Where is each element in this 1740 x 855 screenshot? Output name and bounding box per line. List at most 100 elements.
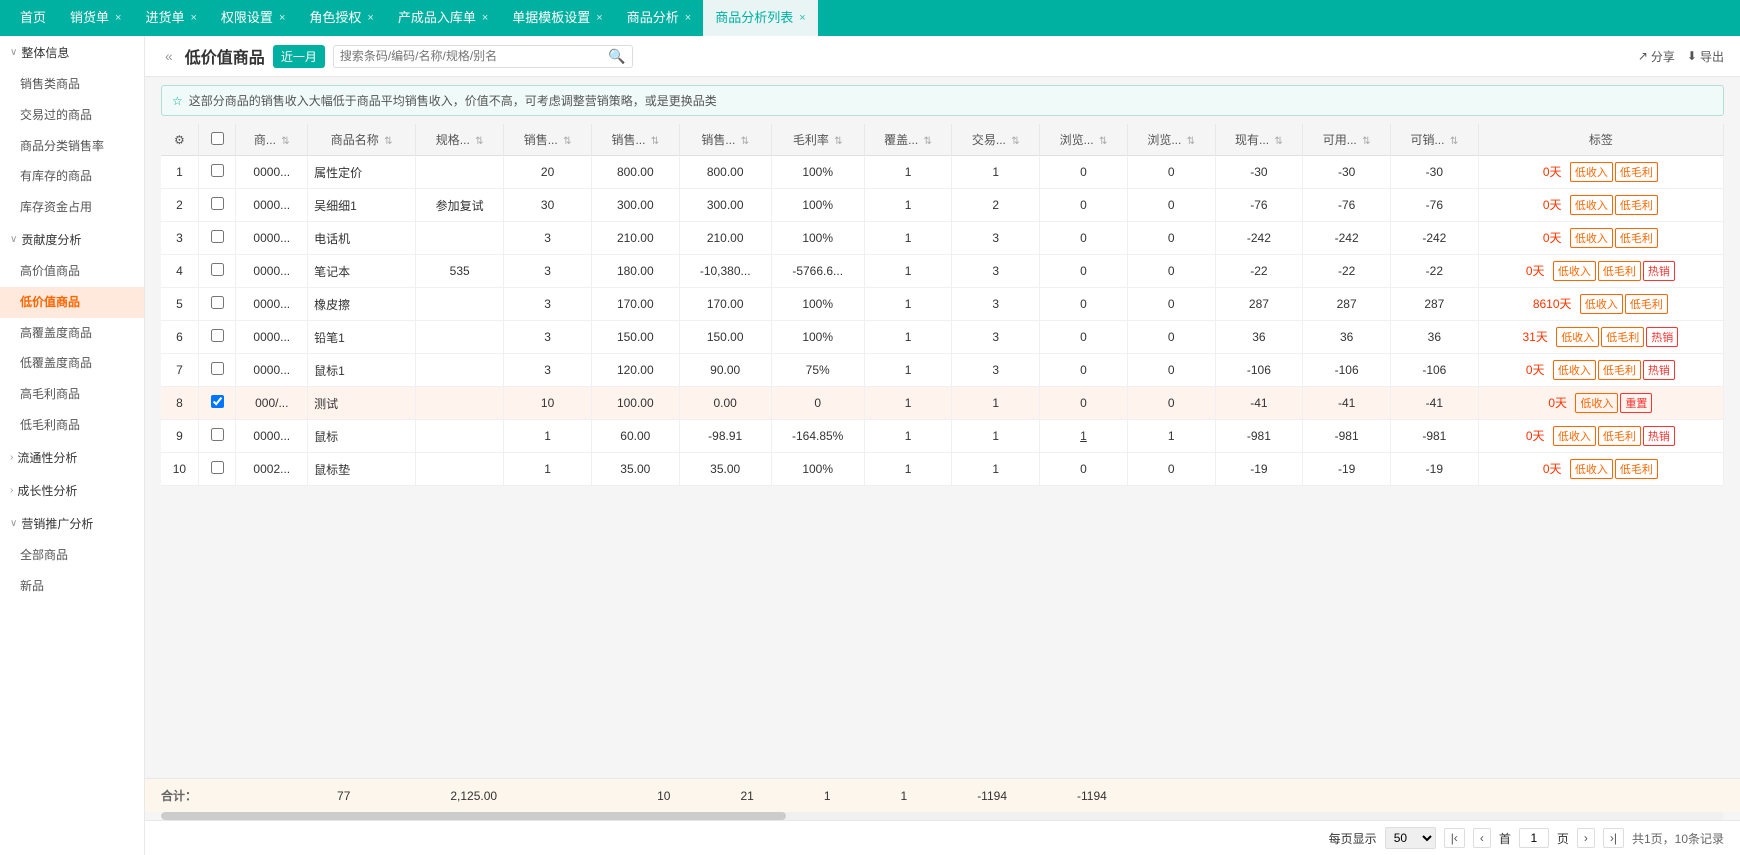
row-checkbox[interactable] xyxy=(211,461,224,474)
row-checkbox[interactable] xyxy=(211,197,224,210)
nav-template-settings[interactable]: 单据模板设置 × xyxy=(500,0,614,36)
cell-browse1[interactable]: 0 xyxy=(1040,189,1128,222)
days-label: 31天 xyxy=(1523,330,1548,344)
next-page-button[interactable]: › xyxy=(1577,828,1595,848)
table-row[interactable]: 3 0000... 电话机 3 210.00 210.00 100% 1 3 0… xyxy=(161,222,1724,255)
tag-label: 低毛利 xyxy=(1625,294,1668,314)
cell-browse1[interactable]: 0 xyxy=(1040,387,1128,420)
close-icon[interactable]: × xyxy=(279,0,285,36)
close-icon[interactable]: × xyxy=(190,0,196,36)
table-row[interactable]: 6 0000... 铅笔1 3 150.00 150.00 100% 1 3 0… xyxy=(161,321,1724,354)
table-row[interactable]: 1 0000... 属性定价 20 800.00 800.00 100% 1 1… xyxy=(161,156,1724,189)
tag-label: 低毛利 xyxy=(1598,261,1641,281)
search-input[interactable] xyxy=(340,49,609,63)
nav-product-warehousing[interactable]: 产成品入库单 × xyxy=(386,0,500,36)
close-icon[interactable]: × xyxy=(367,0,373,36)
cell-no: 2 xyxy=(161,189,198,222)
table-footer: 合计： 77 2,125.00 10 21 1 1 -1194 -1194 xyxy=(145,778,1740,812)
close-icon[interactable]: × xyxy=(115,0,121,36)
top-navigation: 首页 销货单 × 进货单 × 权限设置 × 角色授权 × 产成品入库单 × 单据… xyxy=(0,0,1740,36)
col-sales-val: 销售... ⇅ xyxy=(679,124,771,156)
sidebar-item-low-coverage[interactable]: 低覆盖度商品 xyxy=(0,348,144,379)
cell-browse1[interactable]: 0 xyxy=(1040,354,1128,387)
sidebar-item-new-goods[interactable]: 新品 xyxy=(0,571,144,602)
tag-label: 低收入 xyxy=(1570,162,1613,182)
share-button[interactable]: ↗ 分享 xyxy=(1638,48,1675,65)
sidebar-section-overall[interactable]: ∨ 整体信息 xyxy=(0,36,144,69)
cell-browse1[interactable]: 0 xyxy=(1040,222,1128,255)
col-tags: 标签 xyxy=(1478,124,1723,156)
cell-browse1[interactable]: 0 xyxy=(1040,321,1128,354)
table-row[interactable]: 5 0000... 橡皮擦 3 170.00 170.00 100% 1 3 0… xyxy=(161,288,1724,321)
sidebar-item-all-goods[interactable]: 全部商品 xyxy=(0,540,144,571)
select-all-checkbox[interactable] xyxy=(211,132,224,145)
cell-browse1[interactable]: 0 xyxy=(1040,453,1128,486)
close-icon[interactable]: × xyxy=(685,0,691,36)
table-row[interactable]: 2 0000... 吴细细1 参加复试 30 300.00 300.00 100… xyxy=(161,189,1724,222)
sidebar-item-sales-goods[interactable]: 销售类商品 xyxy=(0,69,144,100)
sidebar-item-high-value[interactable]: 高价值商品 xyxy=(0,256,144,287)
cell-stock: 36 xyxy=(1215,321,1303,354)
nav-purchase-order[interactable]: 进货单 × xyxy=(133,0,208,36)
first-page-button[interactable]: |‹ xyxy=(1444,828,1465,848)
cell-browse1[interactable]: 1 xyxy=(1040,420,1128,453)
sidebar-collapse-button[interactable]: « xyxy=(161,48,177,64)
cell-sales-qty: 20 xyxy=(504,156,592,189)
cell-code: 000/... xyxy=(236,387,308,420)
row-checkbox[interactable] xyxy=(211,296,224,309)
close-icon[interactable]: × xyxy=(482,0,488,36)
nav-home[interactable]: 首页 xyxy=(8,0,58,36)
table-row[interactable]: 8 000/... 测试 10 100.00 0.00 0 1 1 0 0 -4… xyxy=(161,387,1724,420)
row-checkbox[interactable] xyxy=(211,230,224,243)
sidebar-section-contribution[interactable]: ∨ 贡献度分析 xyxy=(0,223,144,256)
cell-no: 3 xyxy=(161,222,198,255)
nav-role-auth[interactable]: 角色授权 × xyxy=(297,0,385,36)
row-checkbox[interactable] xyxy=(211,329,224,342)
close-icon[interactable]: × xyxy=(596,0,602,36)
sidebar-item-category-sales-rate[interactable]: 商品分类销售率 xyxy=(0,131,144,162)
cell-avail: -981 xyxy=(1303,420,1391,453)
cell-browse1[interactable]: 0 xyxy=(1040,288,1128,321)
table-row[interactable]: 4 0000... 笔记本 535 3 180.00 -10,380... -5… xyxy=(161,255,1724,288)
row-checkbox[interactable] xyxy=(211,164,224,177)
row-checkbox[interactable] xyxy=(211,362,224,375)
days-label: 0天 xyxy=(1526,363,1545,377)
table-row[interactable]: 9 0000... 鼠标 1 60.00 -98.91 -164.85% 1 1… xyxy=(161,420,1724,453)
nav-product-analysis[interactable]: 商品分析 × xyxy=(615,0,703,36)
page-size-select[interactable]: 50 100 200 xyxy=(1385,827,1436,849)
filter-recent-month-button[interactable]: 近一月 xyxy=(273,45,325,68)
cell-browse1[interactable]: 0 xyxy=(1040,255,1128,288)
cell-browse1[interactable]: 0 xyxy=(1040,156,1128,189)
close-icon[interactable]: × xyxy=(799,0,805,36)
sidebar-item-stock-capital[interactable]: 库存资金占用 xyxy=(0,192,144,223)
sidebar-section-marketing[interactable]: ∨ 营销推广分析 xyxy=(0,507,144,540)
prev-page-button[interactable]: ‹ xyxy=(1473,828,1491,848)
sidebar-item-low-margin[interactable]: 低毛利商品 xyxy=(0,410,144,441)
export-button[interactable]: ⬇ 导出 xyxy=(1687,48,1724,65)
row-checkbox[interactable] xyxy=(211,263,224,276)
sidebar-section-growth[interactable]: › 成长性分析 xyxy=(0,474,144,507)
cell-code: 0000... xyxy=(236,354,308,387)
col-browse2: 浏览... ⇅ xyxy=(1127,124,1215,156)
footer-coverage: 10 xyxy=(657,789,670,803)
cell-avail: -106 xyxy=(1303,354,1391,387)
last-page-button[interactable]: ›| xyxy=(1603,828,1624,848)
col-settings[interactable]: ⚙ xyxy=(161,124,198,156)
nav-permission-settings[interactable]: 权限设置 × xyxy=(209,0,297,36)
chevron-down-icon: ∨ xyxy=(10,47,17,58)
cell-sales-amt: 100.00 xyxy=(591,387,679,420)
table-row[interactable]: 7 0000... 鼠标1 3 120.00 90.00 75% 1 3 0 0… xyxy=(161,354,1724,387)
sidebar-item-in-stock-goods[interactable]: 有库存的商品 xyxy=(0,161,144,192)
table-row[interactable]: 10 0002... 鼠标垫 1 35.00 35.00 100% 1 1 0 … xyxy=(161,453,1724,486)
col-trans: 交易... ⇅ xyxy=(952,124,1040,156)
sidebar-item-traded-goods[interactable]: 交易过的商品 xyxy=(0,100,144,131)
sidebar-item-high-margin[interactable]: 高毛利商品 xyxy=(0,379,144,410)
sidebar-section-circulation[interactable]: › 流通性分析 xyxy=(0,441,144,474)
nav-sales-order[interactable]: 销货单 × xyxy=(58,0,133,36)
sidebar-item-low-value[interactable]: 低价值商品 xyxy=(0,287,144,318)
row-checkbox[interactable] xyxy=(211,428,224,441)
row-checkbox[interactable] xyxy=(211,395,224,408)
nav-product-analysis-list[interactable]: 商品分析列表 × xyxy=(703,0,817,36)
sidebar-item-high-coverage[interactable]: 高覆盖度商品 xyxy=(0,318,144,349)
page-input[interactable] xyxy=(1519,828,1549,848)
